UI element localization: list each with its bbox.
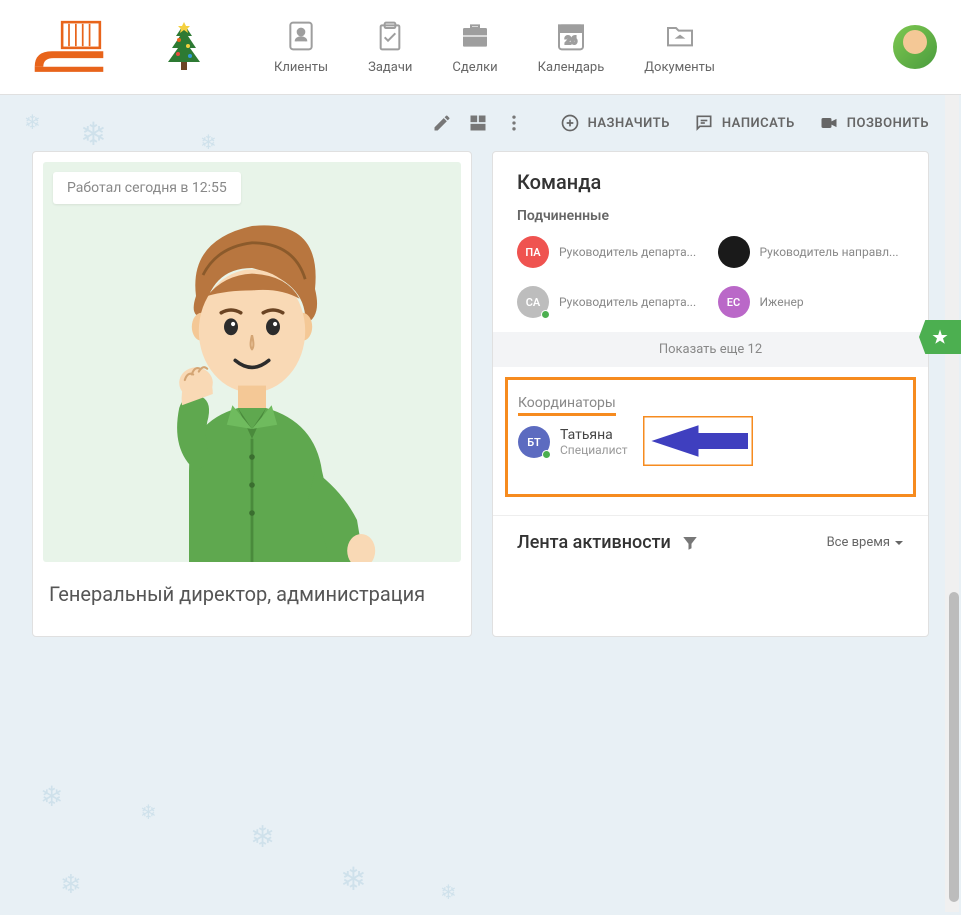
coordinator-item[interactable]: БТ Татьяна Специалист [518, 426, 903, 458]
write-label: НАПИСАТЬ [722, 116, 795, 131]
user-avatar[interactable] [893, 25, 937, 69]
avatar: СА [517, 286, 549, 318]
team-member-name: Руководитель департа... [559, 295, 696, 309]
logo[interactable] [24, 17, 114, 77]
scrollbar-thumb[interactable] [949, 592, 959, 902]
write-button[interactable]: НАПИСАТЬ [694, 113, 795, 133]
nav-calendar[interactable]: дек 26 Календарь [538, 20, 605, 75]
nav-clients[interactable]: Клиенты [274, 20, 328, 75]
nav-documents-label: Документы [644, 60, 715, 75]
video-icon [819, 113, 839, 133]
coordinators-box: Координаторы БТ Татьяна Специалист [505, 377, 916, 497]
nav-calendar-label: Календарь [538, 60, 605, 75]
christmas-tree-icon [164, 22, 204, 72]
profile-illustration [112, 198, 392, 562]
avatar: ПА [517, 236, 549, 268]
clipboard-check-icon [374, 20, 406, 52]
avatar: БТ [518, 426, 550, 458]
folder-icon [664, 20, 696, 52]
edit-icon[interactable] [432, 113, 452, 133]
briefcase-icon [459, 20, 491, 52]
subordinates-label: Подчиненные [517, 208, 904, 224]
assign-button[interactable]: НАЗНАЧИТЬ [560, 113, 670, 133]
time-filter-select[interactable]: Все время [827, 535, 904, 550]
coordinator-name: Татьяна [560, 427, 628, 443]
activity-title: Лента активности [517, 532, 671, 553]
coordinator-role: Специалист [560, 443, 628, 457]
nav-tasks-label: Задачи [368, 60, 412, 75]
svg-text:дек: дек [567, 27, 575, 32]
team-member[interactable]: Руководитель направл... [718, 236, 905, 268]
assign-label: НАЗНАЧИТЬ [588, 116, 670, 131]
team-member-name: Руководитель департа... [559, 245, 696, 259]
avatar: ЕС [718, 286, 750, 318]
main-content: Работал сегодня в 12:55 [0, 151, 961, 637]
svg-text:26: 26 [565, 34, 577, 47]
avatar [718, 236, 750, 268]
layout-icon[interactable] [468, 113, 488, 133]
app-header: Клиенты Задачи Сделки дек 26 Календарь Д… [0, 0, 961, 95]
call-label: ПОЗВОНИТЬ [847, 116, 929, 131]
assign-icon [560, 113, 580, 133]
team-member-name: Ижeнер [760, 295, 804, 309]
nav-clients-label: Клиенты [274, 60, 328, 75]
calendar-icon: дек 26 [555, 20, 587, 52]
call-button[interactable]: ПОЗВОНИТЬ [819, 113, 929, 133]
profile-card: Работал сегодня в 12:55 [32, 151, 472, 637]
star-tab[interactable] [919, 320, 961, 354]
nav-tasks[interactable]: Задачи [368, 20, 412, 75]
nav-deals[interactable]: Сделки [452, 20, 497, 75]
coordinators-label: Координаторы [518, 395, 616, 416]
actions-bar: НАЗНАЧИТЬ НАПИСАТЬ ПОЗВОНИТЬ [0, 95, 961, 151]
filter-icon[interactable] [681, 534, 699, 552]
team-member-name: Руководитель направл... [760, 245, 899, 259]
team-grid: ПА Руководитель департа... Руководитель … [517, 236, 904, 318]
nav-deals-label: Сделки [452, 60, 497, 75]
profile-title: Генеральный директор, администрация [43, 562, 461, 626]
time-filter-label: Все время [827, 535, 890, 550]
main-nav: Клиенты Задачи Сделки дек 26 Календарь Д… [274, 20, 893, 75]
team-card: Команда Подчиненные ПА Руководитель депа… [492, 151, 929, 637]
team-title: Команда [517, 170, 904, 194]
message-icon [694, 113, 714, 133]
team-member[interactable]: СА Руководитель департа... [517, 286, 704, 318]
contacts-icon [285, 20, 317, 52]
chevron-down-icon [894, 538, 904, 548]
show-more-button[interactable]: Показать еще 12 [493, 332, 928, 367]
team-member[interactable]: ПА Руководитель департа... [517, 236, 704, 268]
team-member[interactable]: ЕС Ижeнер [718, 286, 905, 318]
profile-image-box: Работал сегодня в 12:55 [43, 162, 461, 562]
nav-documents[interactable]: Документы [644, 20, 715, 75]
activity-section: Лента активности Все время [493, 515, 928, 569]
more-vertical-icon[interactable] [504, 113, 524, 133]
